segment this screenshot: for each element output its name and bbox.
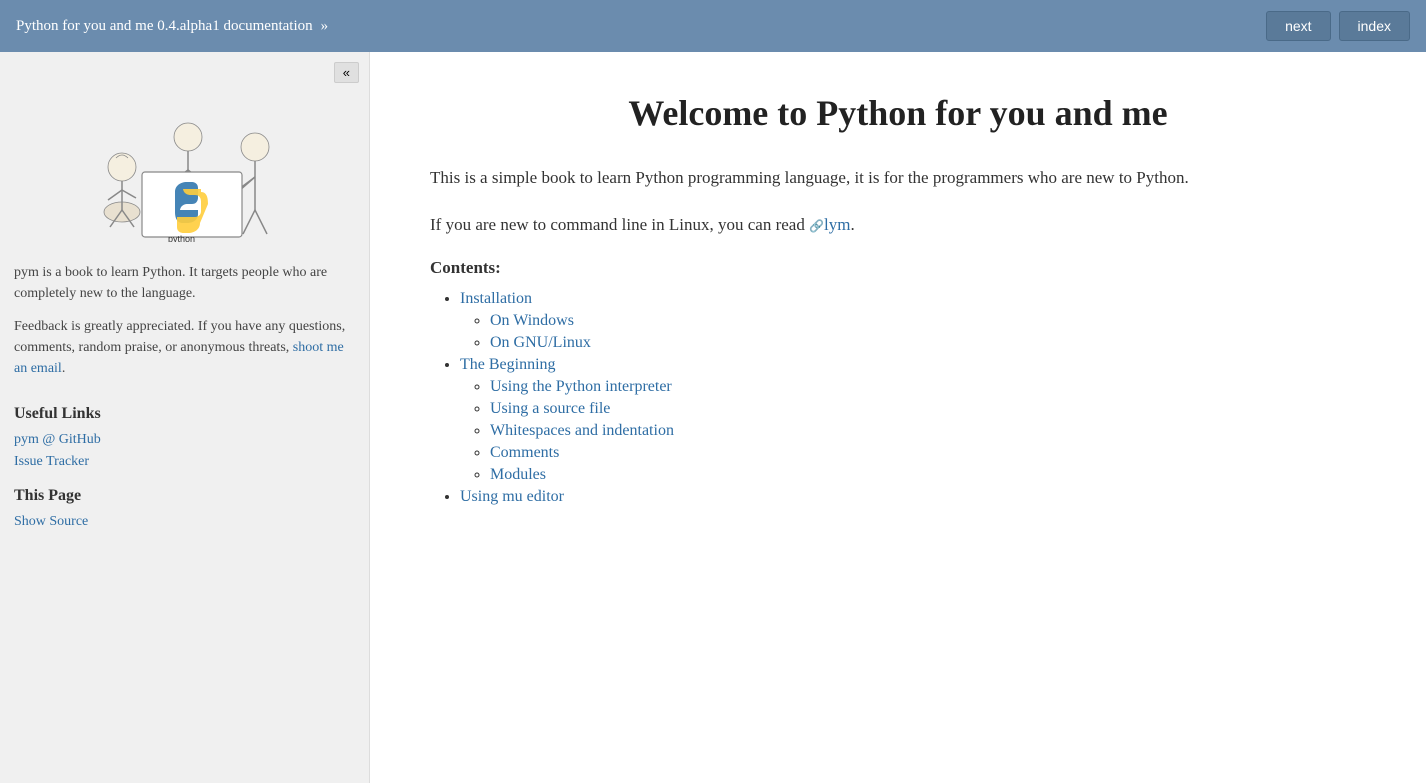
toc-modules-link[interactable]: Modules (490, 466, 546, 483)
toc-list: Installation On Windows On GNU/Linux The… (460, 290, 1366, 506)
page-title: Welcome to Python for you and me (430, 92, 1366, 134)
toc-installation-link[interactable]: Installation (460, 290, 532, 307)
linux-para-prefix: If you are new to command line in Linux,… (430, 215, 809, 234)
linux-paragraph: If you are new to command line in Linux,… (430, 211, 1350, 238)
toc-windows-link[interactable]: On Windows (490, 312, 574, 329)
toc-item-windows: On Windows (490, 312, 1366, 330)
toc-item-modules: Modules (490, 466, 1366, 484)
this-page-title: This Page (0, 473, 369, 511)
next-button[interactable]: next (1266, 11, 1330, 41)
toc-linux-link[interactable]: On GNU/Linux (490, 334, 591, 351)
toc-source-file-link[interactable]: Using a source file (490, 400, 610, 417)
sidebar-feedback-suffix: . (62, 361, 66, 376)
toc-interpreter-link[interactable]: Using the Python interpreter (490, 378, 672, 395)
show-source-link[interactable]: Show Source (0, 511, 369, 533)
lym-link-icon: 🔗 (809, 219, 824, 233)
toc-beginning-link[interactable]: The Beginning (460, 356, 556, 373)
toc-beginning-sub: Using the Python interpreter Using a sou… (490, 378, 1366, 484)
topbar-title-area: Python for you and me 0.4.alpha1 documen… (16, 18, 328, 35)
useful-links-title: Useful Links (0, 391, 369, 429)
topbar: Python for you and me 0.4.alpha1 documen… (0, 0, 1426, 52)
contents-label: Contents: (430, 258, 1366, 278)
issue-tracker-link[interactable]: Issue Tracker (0, 451, 369, 473)
index-button[interactable]: index (1339, 11, 1410, 41)
toc-installation-sub: On Windows On GNU/Linux (490, 312, 1366, 352)
svg-text:python: python (168, 234, 195, 242)
sidebar-description2: Feedback is greatly appreciated. If you … (0, 316, 369, 379)
toc-item-interpreter: Using the Python interpreter (490, 378, 1366, 396)
main-layout: « (0, 52, 1426, 783)
toc-item-whitespace: Whitespaces and indentation (490, 422, 1366, 440)
sidebar: « (0, 52, 370, 783)
intro-paragraph: This is a simple book to learn Python pr… (430, 164, 1350, 191)
toc-item-source-file: Using a source file (490, 400, 1366, 418)
toc-comments-link[interactable]: Comments (490, 444, 559, 461)
python-illustration: python (80, 82, 290, 242)
toc-item-linux: On GNU/Linux (490, 334, 1366, 352)
toc-whitespace-link[interactable]: Whitespaces and indentation (490, 422, 674, 439)
toc-item-comments: Comments (490, 444, 1366, 462)
toc-item-mu-editor: Using mu editor (460, 488, 1366, 506)
toc-mu-editor-link[interactable]: Using mu editor (460, 488, 564, 505)
sidebar-description1: pym is a book to learn Python. It target… (0, 262, 369, 304)
collapse-button[interactable]: « (334, 62, 359, 83)
lym-link[interactable]: 🔗lym (809, 215, 850, 234)
doc-title: Python for you and me 0.4.alpha1 documen… (16, 18, 313, 35)
toc-item-installation: Installation On Windows On GNU/Linux (460, 290, 1366, 352)
linux-para-suffix: . (850, 215, 854, 234)
sidebar-logo: python (0, 52, 369, 262)
main-content: Welcome to Python for you and me This is… (370, 52, 1426, 783)
pym-github-link[interactable]: pym @ GitHub (0, 429, 369, 451)
toc-item-beginning: The Beginning Using the Python interpret… (460, 356, 1366, 484)
topbar-separator: » (321, 18, 329, 35)
topbar-nav: next index (1266, 11, 1410, 41)
